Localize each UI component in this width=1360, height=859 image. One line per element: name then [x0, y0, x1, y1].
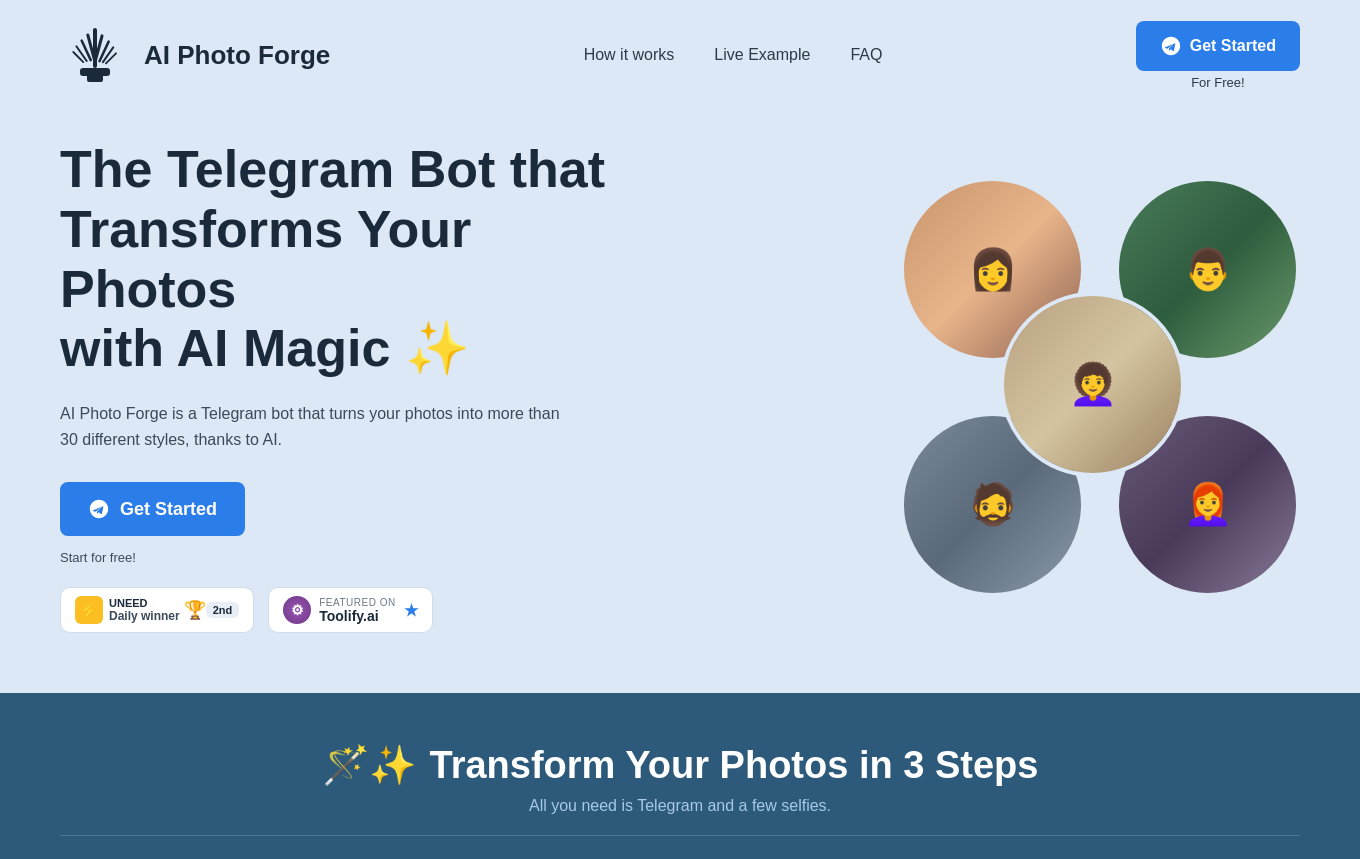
- header-for-free: For Free!: [1191, 75, 1244, 90]
- start-free-label: Start for free!: [60, 550, 640, 565]
- nav-faq[interactable]: FAQ: [850, 46, 882, 64]
- hero-description: AI Photo Forge is a Telegram bot that tu…: [60, 401, 560, 452]
- star-icon: ★: [404, 601, 418, 620]
- nav-how-it-works[interactable]: How it works: [584, 46, 675, 64]
- nav-live-example[interactable]: Live Example: [714, 46, 810, 64]
- uneed-brand: UNEED: [109, 597, 180, 609]
- logo-area: AI Photo Forge: [60, 20, 330, 90]
- steps-title: 🪄✨ Transform Your Photos in 3 Steps: [60, 743, 1300, 787]
- logo-icon: [60, 20, 130, 90]
- hero-section: The Telegram Bot that Transforms Your Ph…: [0, 110, 1360, 693]
- logo-title: AI Photo Forge: [144, 40, 330, 71]
- header-cta: Get Started For Free!: [1136, 21, 1300, 90]
- toolify-icon: ⚙: [283, 596, 311, 624]
- rank-badge: 2nd: [206, 602, 240, 618]
- uneed-sub: Daily winner: [109, 609, 180, 623]
- toolify-name: Toolify.ai: [319, 608, 395, 624]
- steps-icon: 🪄✨: [322, 743, 416, 787]
- svg-rect-9: [72, 51, 85, 64]
- uneed-badge[interactable]: ⚡ UNEED Daily winner 🏆 2nd: [60, 587, 254, 633]
- telegram-icon-hero: [88, 498, 110, 520]
- steps-subtitle: All you need is Telegram and a few selfi…: [60, 797, 1300, 815]
- hero-title: The Telegram Bot that Transforms Your Ph…: [60, 140, 640, 379]
- toolify-badge[interactable]: ⚙ FEATURED ON Toolify.ai ★: [268, 587, 432, 633]
- telegram-icon: [1160, 35, 1182, 57]
- main-nav: How it works Live Example FAQ: [584, 46, 883, 64]
- featured-on-label: FEATURED ON: [319, 597, 395, 608]
- steps-divider: [60, 835, 1300, 836]
- header-get-started-button[interactable]: Get Started: [1136, 21, 1300, 71]
- svg-rect-1: [80, 68, 110, 76]
- lightning-icon: ⚡: [75, 596, 103, 624]
- header: AI Photo Forge How it works Live Example…: [0, 0, 1360, 110]
- steps-header: 🪄✨ Transform Your Photos in 3 Steps All …: [60, 743, 1300, 815]
- badges-area: ⚡ UNEED Daily winner 🏆 2nd ⚙ FEATURED ON…: [60, 587, 640, 633]
- trophy-icon: 🏆: [184, 599, 206, 621]
- photo-collage: 👩 👨 👩‍🦱 🧔 👩‍🦰: [880, 177, 1300, 597]
- steps-section: 🪄✨ Transform Your Photos in 3 Steps All …: [0, 693, 1360, 859]
- hero-get-started-button[interactable]: Get Started: [60, 482, 245, 536]
- photo-3: 👩‍🦱: [1000, 292, 1185, 477]
- hero-content: The Telegram Bot that Transforms Your Ph…: [60, 140, 640, 633]
